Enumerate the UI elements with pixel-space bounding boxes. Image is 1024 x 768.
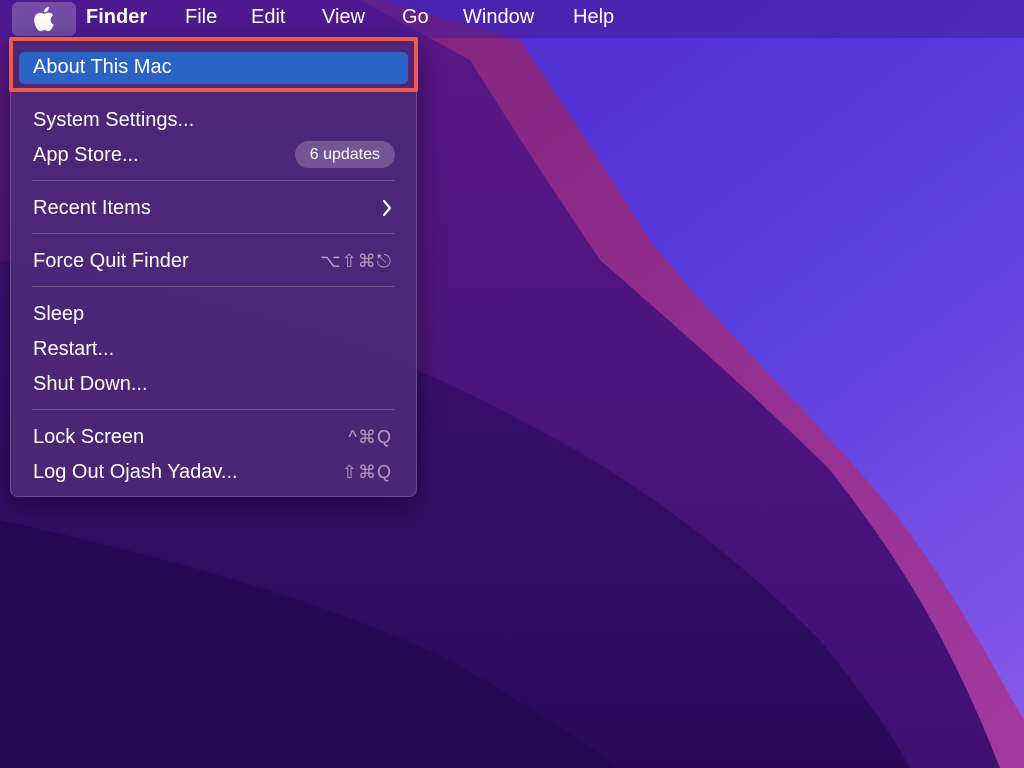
menu-item-restart[interactable]: Restart... xyxy=(11,332,416,366)
menu-item-recent-items[interactable]: Recent Items xyxy=(11,191,416,225)
chevron-right-icon xyxy=(382,199,392,217)
keyboard-shortcut: ⇧⌘Q xyxy=(341,462,392,482)
keyboard-shortcut: ⌥⇧⌘⎋ xyxy=(319,251,392,271)
menu-item-label: Shut Down... xyxy=(33,373,148,395)
menu-item-log-out[interactable]: Log Out Ojash Yadav... ⇧⌘Q xyxy=(11,455,416,489)
menu-separator xyxy=(32,233,394,234)
menu-separator xyxy=(32,180,394,181)
annotation-highlight-box xyxy=(9,37,418,92)
menu-item-label: Force Quit Finder xyxy=(33,250,189,272)
menu-item-label: System Settings... xyxy=(33,109,195,131)
apple-menu-dropdown: About This Mac System Settings... App St… xyxy=(10,38,417,497)
menu-item-shut-down[interactable]: Shut Down... xyxy=(11,367,416,401)
menu-item-label: Lock Screen xyxy=(33,426,145,448)
menu-item-label: Log Out Ojash Yadav... xyxy=(33,461,238,483)
menu-separator xyxy=(32,409,394,410)
apple-logo-icon xyxy=(34,7,54,32)
menu-item-label: Sleep xyxy=(33,303,85,325)
menu-item-app-store[interactable]: App Store... 6 updates xyxy=(11,138,416,172)
menu-help[interactable]: Help xyxy=(573,6,614,29)
menu-view[interactable]: View xyxy=(322,6,365,29)
menu-item-system-settings[interactable]: System Settings... xyxy=(11,103,416,137)
menu-finder[interactable]: Finder xyxy=(86,6,147,29)
updates-badge: 6 updates xyxy=(294,141,395,168)
menu-item-label: Recent Items xyxy=(33,197,151,219)
menu-bar: Finder File Edit View Go Window Help xyxy=(0,0,1024,38)
menu-window[interactable]: Window xyxy=(463,6,534,29)
menu-item-force-quit[interactable]: Force Quit Finder ⌥⇧⌘⎋ xyxy=(11,244,416,278)
menu-edit[interactable]: Edit xyxy=(251,6,285,29)
menu-separator xyxy=(32,286,394,287)
keyboard-shortcut: ^⌘Q xyxy=(348,427,392,447)
menu-item-lock-screen[interactable]: Lock Screen ^⌘Q xyxy=(11,420,416,454)
apple-menu-button[interactable] xyxy=(12,2,76,36)
menu-go[interactable]: Go xyxy=(402,6,429,29)
menu-item-label: Restart... xyxy=(33,338,115,360)
menu-file[interactable]: File xyxy=(185,6,217,29)
menu-item-label: App Store... xyxy=(33,144,139,166)
menu-item-sleep[interactable]: Sleep xyxy=(11,297,416,331)
